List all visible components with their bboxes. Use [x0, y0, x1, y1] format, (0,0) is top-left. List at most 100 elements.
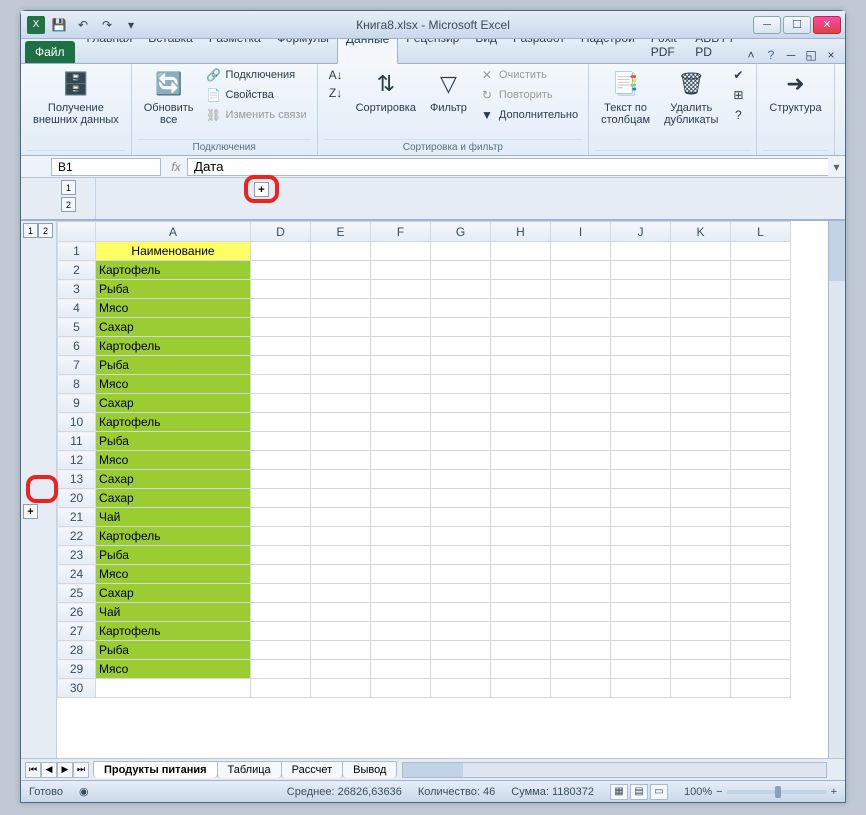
cell[interactable] [551, 679, 611, 698]
cell[interactable] [371, 641, 431, 660]
cell[interactable] [611, 299, 671, 318]
cell[interactable] [671, 451, 731, 470]
cell[interactable] [551, 337, 611, 356]
tab-nav-prev-icon[interactable]: ◀ [41, 762, 57, 778]
cell[interactable]: Мясо [96, 660, 251, 679]
cell[interactable] [611, 413, 671, 432]
cell[interactable] [251, 451, 311, 470]
cell[interactable]: Картофель [96, 413, 251, 432]
cell[interactable] [491, 413, 551, 432]
cell[interactable] [311, 337, 371, 356]
cell[interactable]: Рыба [96, 641, 251, 660]
cell[interactable] [491, 470, 551, 489]
advanced-filter-button[interactable]: ▼Дополнительно [475, 106, 582, 124]
cell[interactable] [371, 584, 431, 603]
col-outline-level-2[interactable]: 2 [61, 197, 76, 212]
cell[interactable] [431, 489, 491, 508]
cell[interactable] [551, 451, 611, 470]
cell[interactable] [551, 470, 611, 489]
cell[interactable] [611, 565, 671, 584]
column-header-D[interactable]: D [251, 222, 311, 242]
close-button[interactable]: ✕ [813, 16, 841, 34]
cell[interactable] [491, 584, 551, 603]
cell[interactable] [611, 356, 671, 375]
cell[interactable] [251, 356, 311, 375]
row-header[interactable]: 24 [58, 565, 96, 584]
cell[interactable] [491, 565, 551, 584]
cell[interactable] [671, 660, 731, 679]
cell[interactable] [671, 622, 731, 641]
row-header[interactable]: 22 [58, 527, 96, 546]
expand-columns-button[interactable]: + [254, 182, 269, 197]
cell[interactable] [671, 337, 731, 356]
cell[interactable] [491, 432, 551, 451]
sort-asc-button[interactable]: A↓ [324, 66, 348, 84]
cell[interactable] [311, 451, 371, 470]
cell[interactable]: Рыба [96, 280, 251, 299]
col-outline-level-1[interactable]: 1 [61, 180, 76, 195]
cell[interactable] [311, 375, 371, 394]
cell[interactable] [311, 280, 371, 299]
cell[interactable] [431, 242, 491, 261]
cell[interactable] [671, 356, 731, 375]
cell[interactable] [551, 660, 611, 679]
cell[interactable] [551, 299, 611, 318]
cell[interactable] [671, 470, 731, 489]
cell[interactable] [251, 546, 311, 565]
cell[interactable] [731, 565, 791, 584]
cell[interactable] [251, 242, 311, 261]
row-header[interactable]: 1 [58, 242, 96, 261]
remove-duplicates-button[interactable]: 🗑 Удалить дубликаты [658, 66, 724, 128]
cell[interactable] [731, 622, 791, 641]
cell[interactable] [731, 280, 791, 299]
cell[interactable]: Рыба [96, 356, 251, 375]
select-all-corner[interactable] [58, 222, 96, 242]
cell[interactable]: Мясо [96, 451, 251, 470]
cell[interactable] [431, 679, 491, 698]
column-header-L[interactable]: L [731, 222, 791, 242]
cell[interactable] [671, 527, 731, 546]
cell[interactable] [431, 413, 491, 432]
cell[interactable]: Мясо [96, 565, 251, 584]
cell[interactable] [551, 261, 611, 280]
row-header[interactable]: 8 [58, 375, 96, 394]
consolidate-button[interactable]: ⊞ [726, 86, 750, 104]
cell[interactable] [311, 565, 371, 584]
cell[interactable] [251, 527, 311, 546]
cell[interactable] [311, 432, 371, 451]
sheet-tab[interactable]: Рассчет [281, 761, 344, 778]
spreadsheet-grid[interactable]: ADEFGHIJKL 1Наименование2Картофель3Рыба4… [57, 221, 791, 698]
cell[interactable] [251, 337, 311, 356]
cell[interactable] [371, 470, 431, 489]
connections-button[interactable]: 🔗Подключения [202, 66, 311, 84]
cell[interactable] [311, 660, 371, 679]
row-header[interactable]: 26 [58, 603, 96, 622]
cell[interactable] [491, 280, 551, 299]
cell[interactable] [251, 299, 311, 318]
cell[interactable] [731, 299, 791, 318]
row-header[interactable]: 28 [58, 641, 96, 660]
cell[interactable] [251, 622, 311, 641]
cell[interactable] [731, 394, 791, 413]
row-header[interactable]: 9 [58, 394, 96, 413]
cell[interactable] [611, 489, 671, 508]
cell[interactable] [731, 242, 791, 261]
cell[interactable] [551, 318, 611, 337]
zoom-out-icon[interactable]: − [716, 786, 722, 798]
cell[interactable] [431, 660, 491, 679]
cell[interactable] [251, 508, 311, 527]
cell[interactable] [731, 584, 791, 603]
cell[interactable]: Картофель [96, 622, 251, 641]
cell[interactable] [731, 451, 791, 470]
cell[interactable] [731, 356, 791, 375]
cell[interactable] [431, 546, 491, 565]
cell[interactable] [311, 356, 371, 375]
cell[interactable] [671, 641, 731, 660]
row-header[interactable]: 30 [58, 679, 96, 698]
sheet-tab[interactable]: Таблица [217, 761, 282, 778]
cell[interactable] [311, 242, 371, 261]
cell[interactable] [371, 356, 431, 375]
zoom-slider[interactable] [727, 790, 827, 794]
cell[interactable] [251, 660, 311, 679]
view-normal-icon[interactable]: ▦ [610, 784, 628, 800]
